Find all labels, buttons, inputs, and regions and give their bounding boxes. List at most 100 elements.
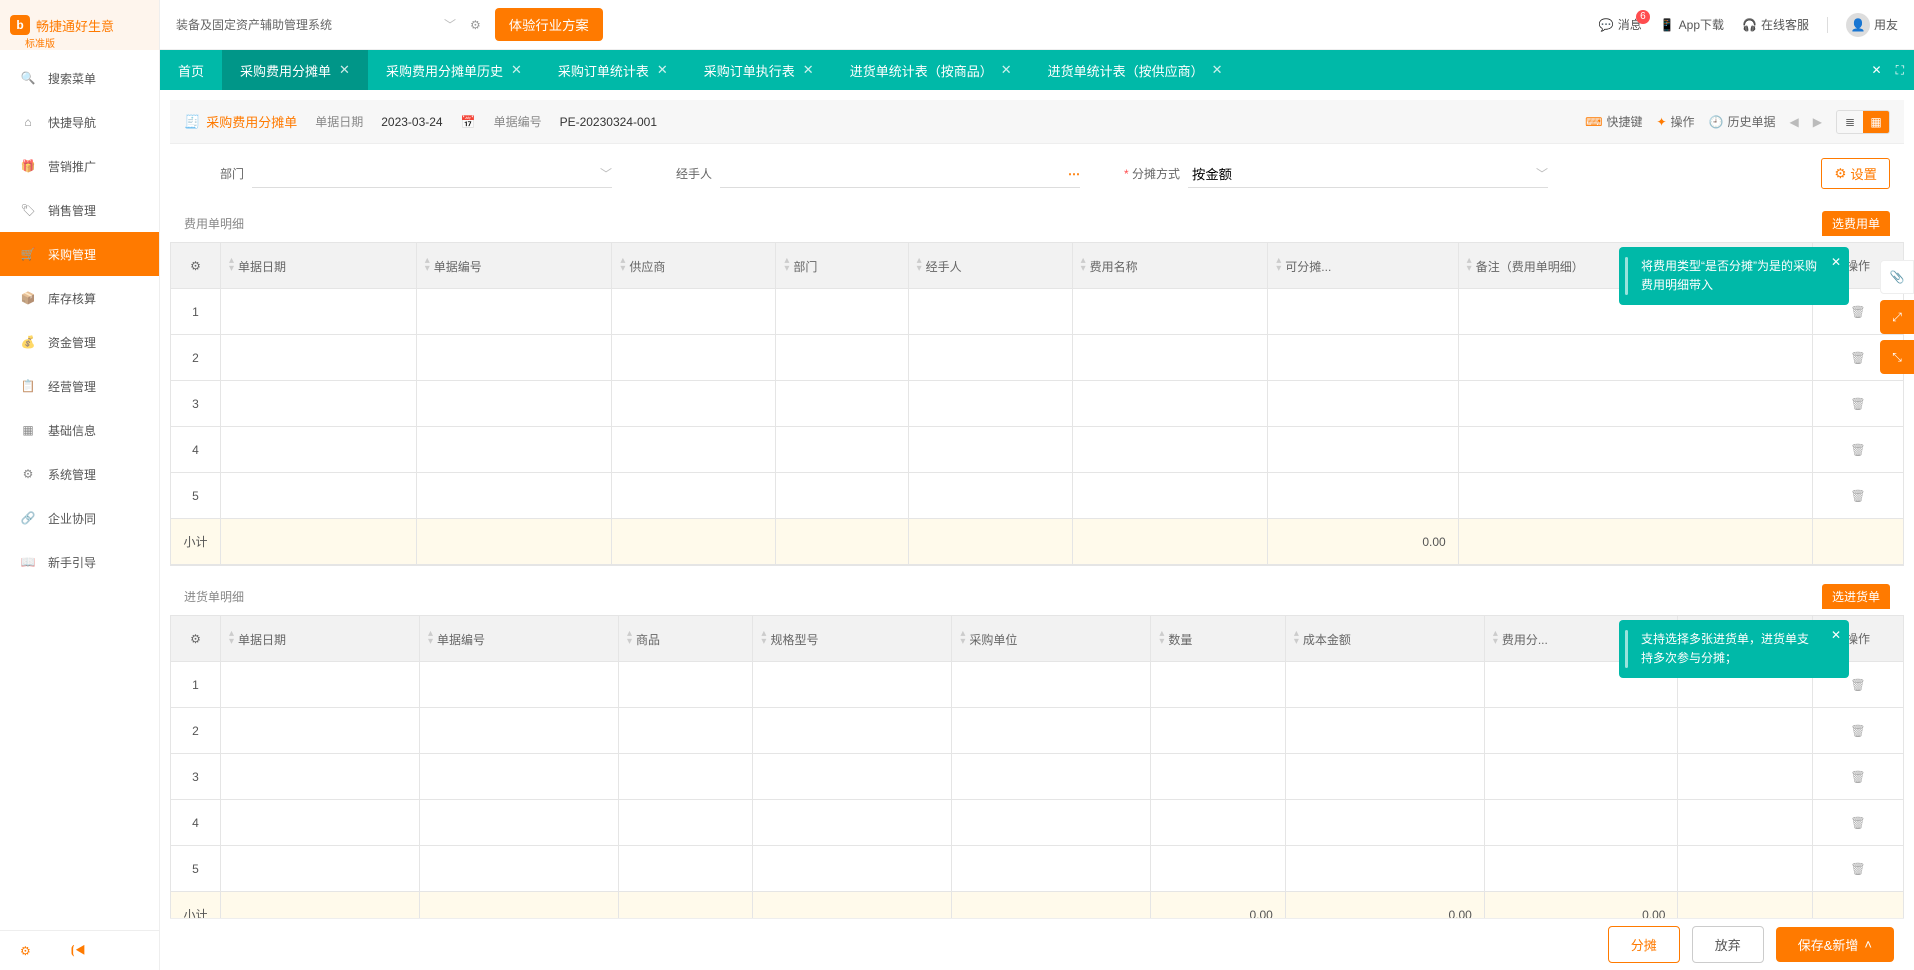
delete-icon[interactable]: 🗑 — [1821, 724, 1895, 738]
sort-icon[interactable] — [1276, 257, 1281, 273]
save-and-new-button[interactable]: 保存&新增 ˄ — [1776, 927, 1894, 962]
cell[interactable] — [952, 800, 1151, 846]
system-selector[interactable]: 装备及固定资产辅助管理系统 ﹀ — [176, 16, 456, 33]
cell[interactable] — [1073, 289, 1269, 335]
system-settings-icon[interactable]: ⚙ — [470, 18, 481, 32]
cell[interactable] — [221, 381, 417, 427]
cell[interactable] — [1678, 754, 1813, 800]
next-doc-icon[interactable]: ▶ — [1813, 115, 1822, 129]
cell[interactable] — [221, 846, 420, 892]
cell[interactable] — [1151, 800, 1285, 846]
delete-icon[interactable]: 🗑 — [1821, 816, 1895, 830]
cell[interactable] — [776, 289, 908, 335]
sort-icon[interactable] — [1159, 630, 1164, 646]
industry-plan-button[interactable]: 体验行业方案 — [495, 8, 603, 41]
cell[interactable] — [909, 427, 1073, 473]
close-icon[interactable]: ✕ — [511, 62, 522, 78]
cell[interactable] — [1268, 335, 1458, 381]
select-expense-button[interactable]: 选费用单 — [1822, 211, 1890, 236]
table-row[interactable]: 4🗑 — [171, 427, 1903, 473]
cell[interactable] — [417, 381, 613, 427]
cell[interactable] — [1286, 708, 1485, 754]
close-icon[interactable]: ✕ — [1212, 62, 1223, 78]
expand-icon[interactable]: ⤢ — [1880, 300, 1914, 334]
cell[interactable] — [952, 662, 1151, 708]
delete-icon[interactable]: 🗑 — [1821, 489, 1895, 503]
cell[interactable] — [612, 381, 776, 427]
sort-icon[interactable] — [917, 257, 922, 273]
chevron-down-icon[interactable]: ﹀ — [1536, 165, 1548, 182]
sidebar-item-share[interactable]: 🔗企业协同 — [0, 496, 159, 540]
cell[interactable] — [221, 427, 417, 473]
cell[interactable] — [612, 335, 776, 381]
calendar-icon[interactable]: 📅 — [461, 115, 476, 129]
card-view-button[interactable]: ▦ — [1863, 111, 1889, 133]
doc-date-value[interactable]: 2023-03-24 — [381, 115, 442, 129]
cell[interactable] — [1459, 381, 1813, 427]
cell[interactable] — [420, 708, 619, 754]
cell[interactable] — [420, 662, 619, 708]
handler-input[interactable] — [720, 160, 1080, 188]
cell[interactable] — [221, 289, 417, 335]
close-icon[interactable]: ✕ — [339, 62, 350, 78]
chevron-down-icon[interactable]: ﹀ — [600, 165, 612, 182]
sidebar-item-wallet[interactable]: 💰资金管理 — [0, 320, 159, 364]
cell[interactable] — [417, 427, 613, 473]
tab[interactable]: 采购费用分摊单✕ — [222, 50, 368, 90]
column-header[interactable]: 单据日期 — [221, 243, 417, 289]
tab[interactable]: 采购订单执行表✕ — [686, 50, 832, 90]
cell[interactable] — [753, 754, 952, 800]
discard-button[interactable]: 放弃 — [1692, 926, 1764, 963]
sidebar-item-tag[interactable]: 🏷销售管理 — [0, 188, 159, 232]
cell[interactable] — [1286, 846, 1485, 892]
cell[interactable] — [1073, 427, 1269, 473]
sidebar-item-doc[interactable]: 📋经营管理 — [0, 364, 159, 408]
column-header[interactable]: 采购单位 — [952, 616, 1151, 662]
cell[interactable] — [1485, 708, 1679, 754]
cell[interactable] — [776, 427, 908, 473]
cell[interactable] — [1073, 381, 1269, 427]
cell[interactable] — [753, 662, 952, 708]
sidebar-item-book[interactable]: 📖新手引导 — [0, 540, 159, 584]
cell[interactable] — [1485, 754, 1679, 800]
tab[interactable]: 进货单统计表（按供应商）✕ — [1030, 50, 1241, 90]
prev-doc-icon[interactable]: ◀ — [1790, 115, 1799, 129]
column-header[interactable]: 数量 — [1151, 616, 1285, 662]
cell[interactable] — [952, 708, 1151, 754]
sort-icon[interactable] — [229, 630, 234, 646]
cell[interactable] — [1151, 708, 1285, 754]
tab[interactable]: 进货单统计表（按商品）✕ — [832, 50, 1030, 90]
cell[interactable] — [1678, 846, 1813, 892]
table-row[interactable]: 3🗑 — [171, 754, 1903, 800]
close-icon[interactable]: ✕ — [657, 62, 668, 78]
tab[interactable]: 首页 — [160, 50, 222, 90]
settings-icon[interactable]: ⚙ — [20, 944, 31, 958]
cell[interactable] — [909, 289, 1073, 335]
close-icon[interactable]: ✕ — [1831, 253, 1841, 272]
cell[interactable] — [776, 473, 908, 519]
gear-header[interactable]: ⚙ — [171, 616, 221, 662]
table-row[interactable]: 4🗑 — [171, 800, 1903, 846]
cell[interactable] — [1268, 427, 1458, 473]
sidebar-item-gear[interactable]: ⚙系统管理 — [0, 452, 159, 496]
operate-button[interactable]: ✦操作 — [1656, 113, 1694, 130]
cell[interactable] — [776, 381, 908, 427]
column-header[interactable]: 可分摊... — [1268, 243, 1458, 289]
sort-icon[interactable] — [1294, 630, 1299, 646]
cell[interactable] — [1073, 473, 1269, 519]
settings-button[interactable]: ⚙设置 — [1821, 158, 1890, 189]
cell[interactable] — [221, 662, 420, 708]
sort-icon[interactable] — [960, 630, 965, 646]
cell[interactable] — [1151, 846, 1285, 892]
messages-button[interactable]: 💬 消息 6 — [1599, 16, 1642, 33]
column-header[interactable]: 部门 — [776, 243, 908, 289]
cell[interactable] — [1286, 800, 1485, 846]
allocate-mode-input[interactable] — [1188, 160, 1548, 188]
dept-input[interactable] — [252, 160, 612, 188]
gear-header[interactable]: ⚙ — [171, 243, 221, 289]
cell[interactable] — [1459, 335, 1813, 381]
sidebar-item-box[interactable]: 📦库存核算 — [0, 276, 159, 320]
cell[interactable] — [420, 846, 619, 892]
cell[interactable] — [952, 846, 1151, 892]
cell[interactable] — [1151, 662, 1285, 708]
